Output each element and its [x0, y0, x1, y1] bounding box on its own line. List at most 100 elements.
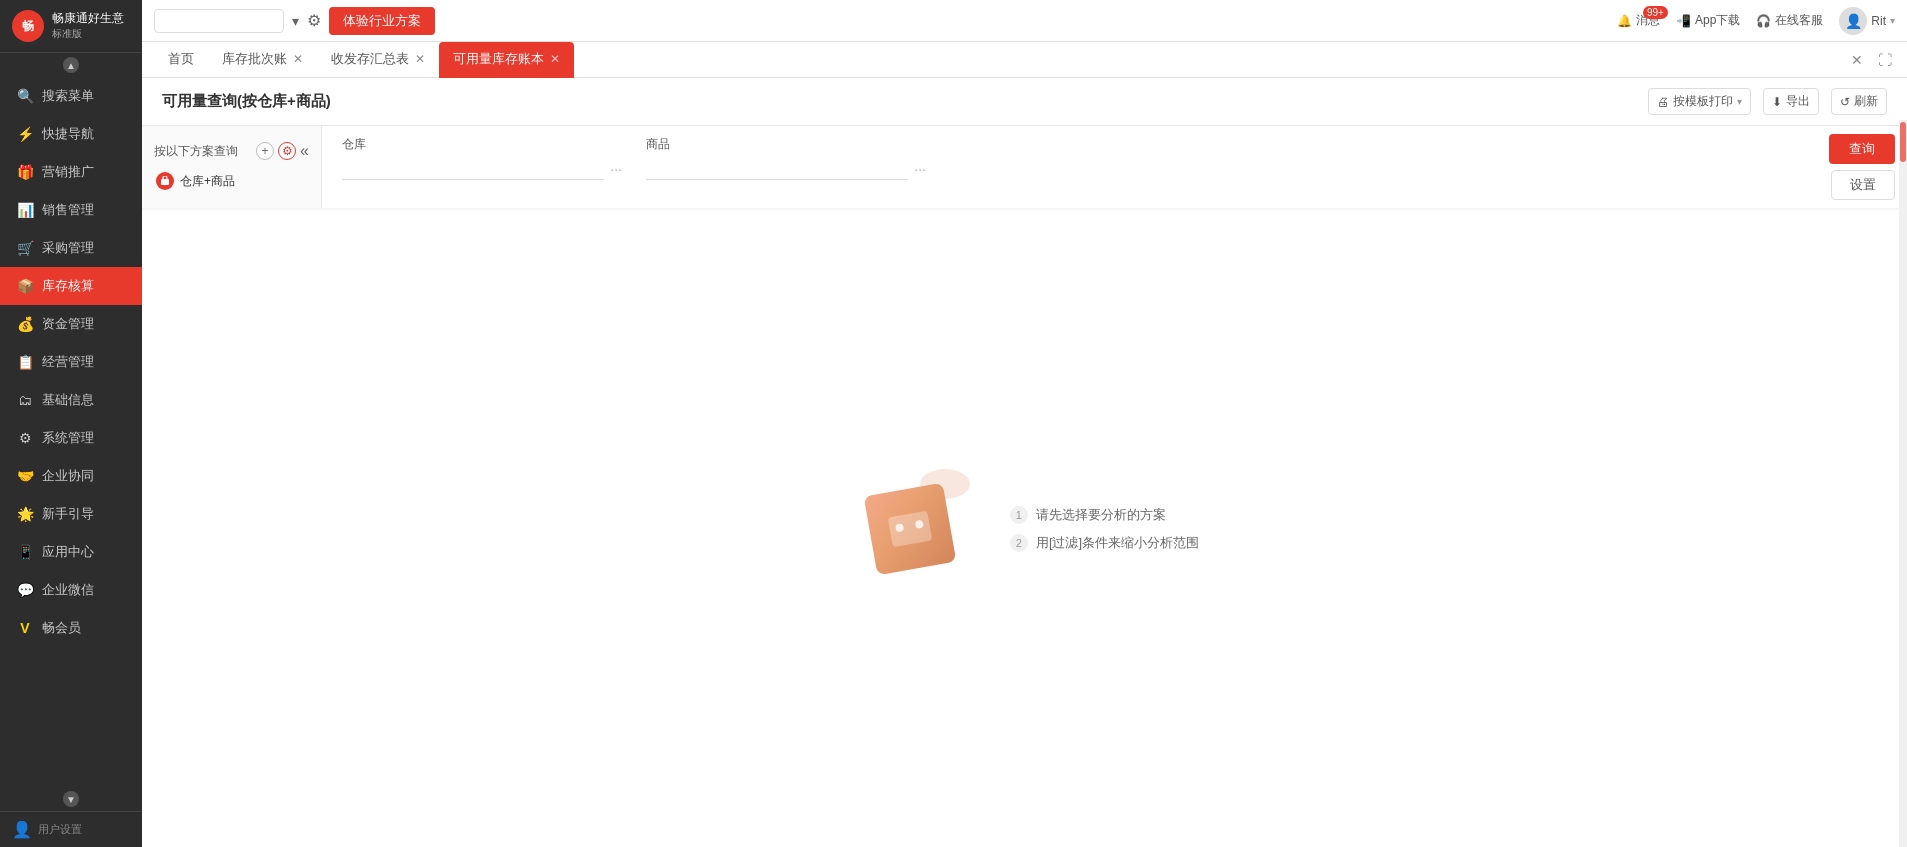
query-filters: 仓库 ··· 商品 ··· [322, 126, 1817, 208]
sidebar-item-sales[interactable]: 📊 销售管理 [0, 191, 142, 229]
sidebar-item-shortcut[interactable]: ⚡ 快捷导航 [0, 115, 142, 153]
industry-solution-button[interactable]: 体验行业方案 [329, 7, 435, 35]
money-icon: 💰 [16, 315, 34, 333]
query-scheme-panel: 按以下方案查询 + ⚙ « 仓库+商品 [142, 126, 322, 208]
refresh-icon: ↺ [1840, 95, 1850, 109]
tab-close-available-ledger[interactable]: ✕ [550, 52, 560, 66]
tab-close-receipt-summary[interactable]: ✕ [415, 52, 425, 66]
print-button[interactable]: 🖨 按模板打印 ▾ [1648, 88, 1751, 115]
sidebar-item-system[interactable]: ⚙ 系统管理 [0, 419, 142, 457]
sidebar-item-app-center[interactable]: 📱 应用中心 [0, 533, 142, 571]
handshake-icon: 🤝 [16, 467, 34, 485]
user-avatar-small: 👤 [12, 820, 32, 839]
box-face [888, 510, 933, 546]
page-actions: 🖨 按模板打印 ▾ ⬇ 导出 ↺ 刷新 [1648, 88, 1887, 115]
filter-product: 商品 ··· [646, 136, 926, 180]
sidebar-nav: 🔍 搜索菜单 ⚡ 快捷导航 🎁 营销推广 📊 销售管理 🛒 采购管理 📦 库存核… [0, 77, 142, 787]
query-scheme-header: 按以下方案查询 + ⚙ « [142, 136, 321, 166]
topbar-search-area [154, 9, 284, 33]
sidebar-item-inventory[interactable]: 📦 库存核算 [0, 267, 142, 305]
svg-rect-0 [161, 179, 169, 185]
vip-icon: V [16, 619, 34, 637]
empty-state: 1 请先选择要分析的方案 2 用[过滤]条件来缩小分析范围 [142, 210, 1907, 847]
sidebar-scroll-down[interactable]: ▼ [63, 791, 79, 807]
box-icon: 📦 [16, 277, 34, 295]
shortcut-icon: ⚡ [16, 125, 34, 143]
scheme-actions: + ⚙ « [256, 142, 309, 160]
scheme-item-warehouse-product[interactable]: 仓库+商品 [142, 166, 321, 196]
sidebar-item-finance[interactable]: 💰 资金管理 [0, 305, 142, 343]
bell-icon: 🔔 [1617, 14, 1632, 28]
sidebar-item-purchase[interactable]: 🛒 采购管理 [0, 229, 142, 267]
app-logo: 畅 [12, 10, 44, 42]
printer-icon: 🖨 [1657, 95, 1669, 109]
user-dropdown-arrow: ▾ [1890, 15, 1895, 26]
avatar: 👤 [1839, 7, 1867, 35]
tab-home[interactable]: 首页 [154, 42, 208, 78]
sidebar-item-wechat[interactable]: 💬 企业微信 [0, 571, 142, 609]
sidebar-item-enterprise[interactable]: 🤝 企业协同 [0, 457, 142, 495]
setting-button[interactable]: 设置 [1831, 170, 1895, 200]
tab-close-batch-ledger[interactable]: ✕ [293, 52, 303, 66]
close-window-button[interactable]: ✕ [1847, 50, 1867, 70]
maximize-window-button[interactable]: ⛶ [1875, 50, 1895, 70]
topbar-dropdown-arrow[interactable]: ▾ [292, 13, 299, 29]
online-service-button[interactable]: 🎧 在线客服 [1756, 12, 1823, 29]
topbar-settings-icon[interactable]: ⚙ [307, 11, 321, 30]
phone-icon: 📲 [1676, 14, 1691, 28]
warehouse-more-icon[interactable]: ··· [610, 161, 622, 177]
star-icon: 🌟 [16, 505, 34, 523]
mobile-icon: 📱 [16, 543, 34, 561]
tab-receipt-summary[interactable]: 收发存汇总表 ✕ [317, 42, 439, 78]
product-more-icon[interactable]: ··· [914, 161, 926, 177]
app-brand: 畅康通好生意 标准版 [52, 11, 124, 41]
tabs-bar: 首页 库存批次账 ✕ 收发存汇总表 ✕ 可用量库存账本 ✕ ✕ ⛶ [142, 42, 1907, 78]
sidebar-scroll-up[interactable]: ▲ [63, 57, 79, 73]
refresh-button[interactable]: ↺ 刷新 [1831, 88, 1887, 115]
topbar-search-input[interactable] [154, 9, 284, 33]
sidebar-item-operations[interactable]: 📋 经营管理 [0, 343, 142, 381]
headset-icon: 🎧 [1756, 14, 1771, 28]
cart-icon: 🛒 [16, 239, 34, 257]
page-header: 可用量查询(按仓库+商品) 🖨 按模板打印 ▾ ⬇ 导出 ↺ 刷新 [142, 78, 1907, 126]
tab-batch-ledger[interactable]: 库存批次账 ✕ [208, 42, 317, 78]
sidebar-user-footer[interactable]: 👤 用户设置 [0, 811, 142, 847]
right-scrollbar[interactable] [1899, 120, 1907, 847]
clipboard-icon: 📋 [16, 353, 34, 371]
print-dropdown-arrow: ▾ [1737, 96, 1742, 107]
sidebar-item-basic-info[interactable]: 🗂 基础信息 [0, 381, 142, 419]
folder-icon: 🗂 [16, 391, 34, 409]
empty-tip-2: 2 用[过滤]条件来缩小分析范围 [1010, 534, 1199, 552]
sidebar-item-guide[interactable]: 🌟 新手引导 [0, 495, 142, 533]
empty-box-icon [864, 482, 957, 575]
query-area: 按以下方案查询 + ⚙ « 仓库+商品 [142, 126, 1907, 208]
topbar-right: 🔔 99+ 消息 📲 App下载 🎧 在线客服 👤 Rit ▾ [1617, 7, 1895, 35]
query-action-column: 查询 设置 [1817, 126, 1907, 208]
warehouse-input[interactable] [342, 157, 604, 180]
export-button[interactable]: ⬇ 导出 [1763, 88, 1819, 115]
sidebar-item-vip[interactable]: V 畅会员 [0, 609, 142, 647]
sidebar-item-search[interactable]: 🔍 搜索菜单 [0, 77, 142, 115]
product-input[interactable] [646, 157, 908, 180]
export-icon: ⬇ [1772, 95, 1782, 109]
chat-icon: 💬 [16, 581, 34, 599]
window-controls: ✕ ⛶ [1847, 50, 1895, 70]
sidebar-item-marketing[interactable]: 🎁 营销推广 [0, 153, 142, 191]
sidebar-header: 畅 畅康通好生意 标准版 [0, 0, 142, 53]
app-download-button[interactable]: 📲 App下载 [1676, 12, 1740, 29]
user-profile-button[interactable]: 👤 Rit ▾ [1839, 7, 1895, 35]
filter-warehouse: 仓库 ··· [342, 136, 622, 180]
gift-icon: 🎁 [16, 163, 34, 181]
sidebar: 畅 畅康通好生意 标准版 ▲ 🔍 搜索菜单 ⚡ 快捷导航 🎁 营销推广 📊 销售… [0, 0, 142, 847]
scheme-settings-button[interactable]: ⚙ [278, 142, 296, 160]
chart-icon: 📊 [16, 201, 34, 219]
tab-available-ledger[interactable]: 可用量库存账本 ✕ [439, 42, 574, 78]
add-scheme-button[interactable]: + [256, 142, 274, 160]
collapse-button[interactable]: « [300, 142, 309, 160]
gear-icon: ⚙ [16, 429, 34, 447]
empty-illustration [850, 469, 970, 589]
message-button[interactable]: 🔔 99+ 消息 [1617, 12, 1660, 29]
search-icon: 🔍 [16, 87, 34, 105]
query-button[interactable]: 查询 [1829, 134, 1895, 164]
scheme-icon [156, 172, 174, 190]
